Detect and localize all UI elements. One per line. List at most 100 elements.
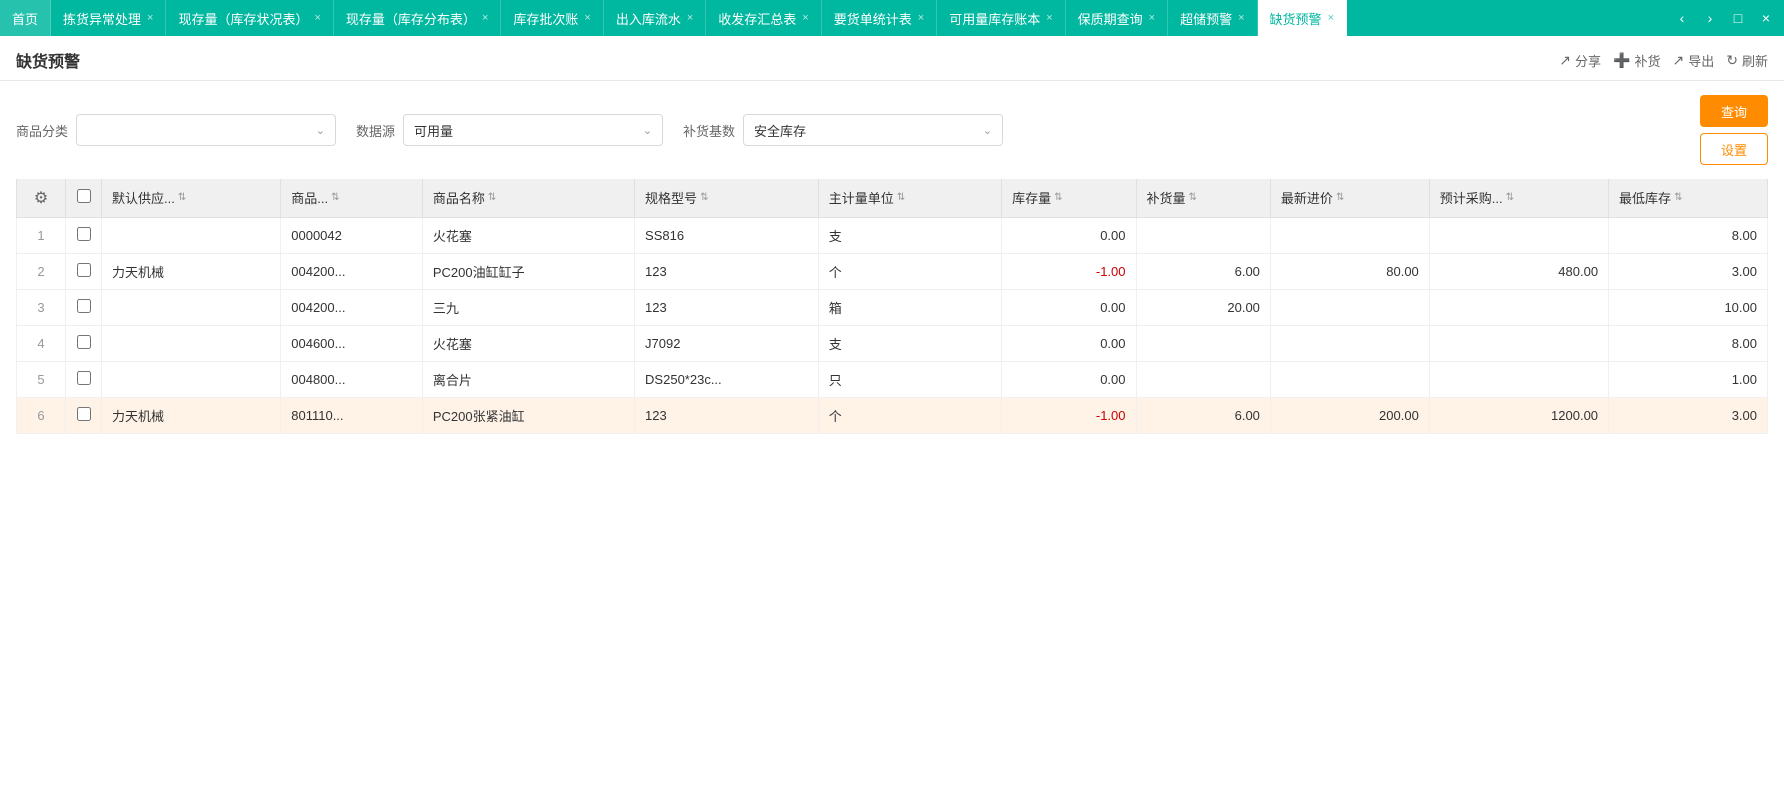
filter-actions: 查询 设置 [1700,95,1768,165]
cell-stock: 0.00 [1002,325,1136,361]
close-tab-demand[interactable]: × [918,12,924,24]
page-container: 缺货预警 ↗ 分享 ➕ 补货 ↗ 导出 ↻ 刷新 商品分类 [0,36,1784,796]
column-unit: 主计量单位 ⇅ [818,179,1001,217]
tab-demand[interactable]: 要货单统计表 × [822,0,937,36]
tab-shortage[interactable]: 缺货预警 × [1258,0,1347,36]
col-spec-label: 规格型号 [645,188,697,207]
cell-estimated-purchase [1429,325,1608,361]
sort-price-icon: ⇅ [1336,192,1344,203]
cell-latest-price [1270,217,1429,253]
close-tab-overstock[interactable]: × [1238,12,1244,24]
product-category-group: 商品分类 ⌄ [16,114,336,146]
row-checkbox[interactable] [77,263,91,277]
export-button[interactable]: ↗ 导出 [1673,51,1715,70]
cell-product-name: 火花塞 [422,217,634,253]
cell-min-stock: 8.00 [1609,325,1768,361]
cell-replenish-qty [1136,325,1270,361]
cell-seq: 5 [17,361,66,397]
cell-supplier [102,217,281,253]
table-row: 4004600...火花塞J7092支0.008.00 [17,325,1768,361]
nav-prev-button[interactable]: ‹ [1668,4,1696,32]
table-row: 3004200...三九123箱0.0020.0010.00 [17,289,1768,325]
refresh-icon: ↻ [1726,52,1738,69]
cell-seq: 3 [17,289,66,325]
sort-estimated-icon: ⇅ [1506,192,1514,203]
tab-home[interactable]: 首页 [0,0,51,36]
tab-inventory-dist[interactable]: 现存量（库存分布表） × [334,0,501,36]
sort-supplier-icon: ⇅ [178,192,186,203]
share-button[interactable]: ↗ 分享 [1559,51,1601,70]
close-tab-exception[interactable]: × [147,12,153,24]
sort-replenish-icon: ⇅ [1189,192,1197,203]
close-tab-shortage[interactable]: × [1328,12,1334,24]
cell-product-code: 801110... [281,397,423,433]
cell-stock: -1.00 [1002,397,1136,433]
cell-unit: 箱 [818,289,1001,325]
row-checkbox[interactable] [77,371,91,385]
cell-unit: 支 [818,217,1001,253]
close-tab-inventory-dist[interactable]: × [482,12,488,24]
replenish-base-chevron-icon: ⌄ [983,124,992,137]
close-tab-inout[interactable]: × [687,12,693,24]
column-min-stock: 最低库存 ⇅ [1609,179,1768,217]
product-category-chevron-icon: ⌄ [316,124,325,137]
cell-seq: 6 [17,397,66,433]
nav-restore-button[interactable]: □ [1724,4,1752,32]
page-title: 缺货预警 [16,48,80,72]
cell-replenish-qty: 20.00 [1136,289,1270,325]
row-checkbox[interactable] [77,335,91,349]
tab-available-ledger[interactable]: 可用量库存账本 × [937,0,1065,36]
row-checkbox[interactable] [77,407,91,421]
cell-checkbox [66,325,102,361]
cell-product-code: 004200... [281,253,423,289]
select-all-checkbox[interactable] [77,189,91,203]
query-button[interactable]: 查询 [1700,95,1768,127]
cell-product-name: 三九 [422,289,634,325]
table-row: 10000042火花塞SS816支0.008.00 [17,217,1768,253]
column-default-supplier: 默认供应... ⇅ [102,179,281,217]
settings-button[interactable]: 设置 [1700,133,1768,165]
col-product-code-label: 商品... [291,188,328,207]
close-tab-inventory-status[interactable]: × [314,12,320,24]
nav-next-button[interactable]: › [1696,4,1724,32]
tab-expiry[interactable]: 保质期查询 × [1066,0,1168,36]
col-product-name-label: 商品名称 [433,188,485,207]
product-category-select[interactable]: ⌄ [76,114,336,146]
close-tab-available[interactable]: × [1046,12,1052,24]
row-checkbox[interactable] [77,299,91,313]
cell-min-stock: 1.00 [1609,361,1768,397]
column-latest-price: 最新进价 ⇅ [1270,179,1429,217]
cell-supplier [102,325,281,361]
cell-product-code: 004200... [281,289,423,325]
gear-settings-button[interactable]: ⚙ [27,184,55,212]
close-tab-summary[interactable]: × [802,12,808,24]
sort-stock-icon: ⇅ [1054,192,1062,203]
tab-summary[interactable]: 收发存汇总表 × [706,0,821,36]
cell-product-name: 离合片 [422,361,634,397]
replenish-button[interactable]: ➕ 补货 [1613,51,1660,70]
cell-unit: 支 [818,325,1001,361]
data-source-select[interactable]: 可用量 ⌄ [403,114,663,146]
tab-batch-account[interactable]: 库存批次账 × [501,0,603,36]
column-product-name: 商品名称 ⇅ [422,179,634,217]
cell-spec: SS816 [635,217,819,253]
col-default-supplier-label: 默认供应... [112,188,175,207]
cell-replenish-qty [1136,217,1270,253]
tab-inventory-status[interactable]: 现存量（库存状况表） × [166,0,333,36]
close-tab-expiry[interactable]: × [1149,12,1155,24]
tab-exception[interactable]: 拣货异常处理 × [51,0,166,36]
column-gear: ⚙ [17,179,66,217]
cell-stock: 0.00 [1002,361,1136,397]
refresh-button[interactable]: ↻ 刷新 [1726,51,1768,70]
sort-spec-icon: ⇅ [700,192,708,203]
top-navigation: 首页 拣货异常处理 × 现存量（库存状况表） × 现存量（库存分布表） × 库存… [0,0,1784,36]
sort-unit-icon: ⇅ [897,192,905,203]
tab-inout-flow[interactable]: 出入库流水 × [604,0,706,36]
replenish-base-select[interactable]: 安全库存 ⌄ [743,114,1003,146]
nav-close-button[interactable]: × [1752,4,1780,32]
col-replenish-qty-label: 补货量 [1147,188,1186,207]
close-tab-batch[interactable]: × [584,12,590,24]
cell-checkbox [66,361,102,397]
tab-overstock[interactable]: 超储预警 × [1168,0,1257,36]
row-checkbox[interactable] [77,227,91,241]
